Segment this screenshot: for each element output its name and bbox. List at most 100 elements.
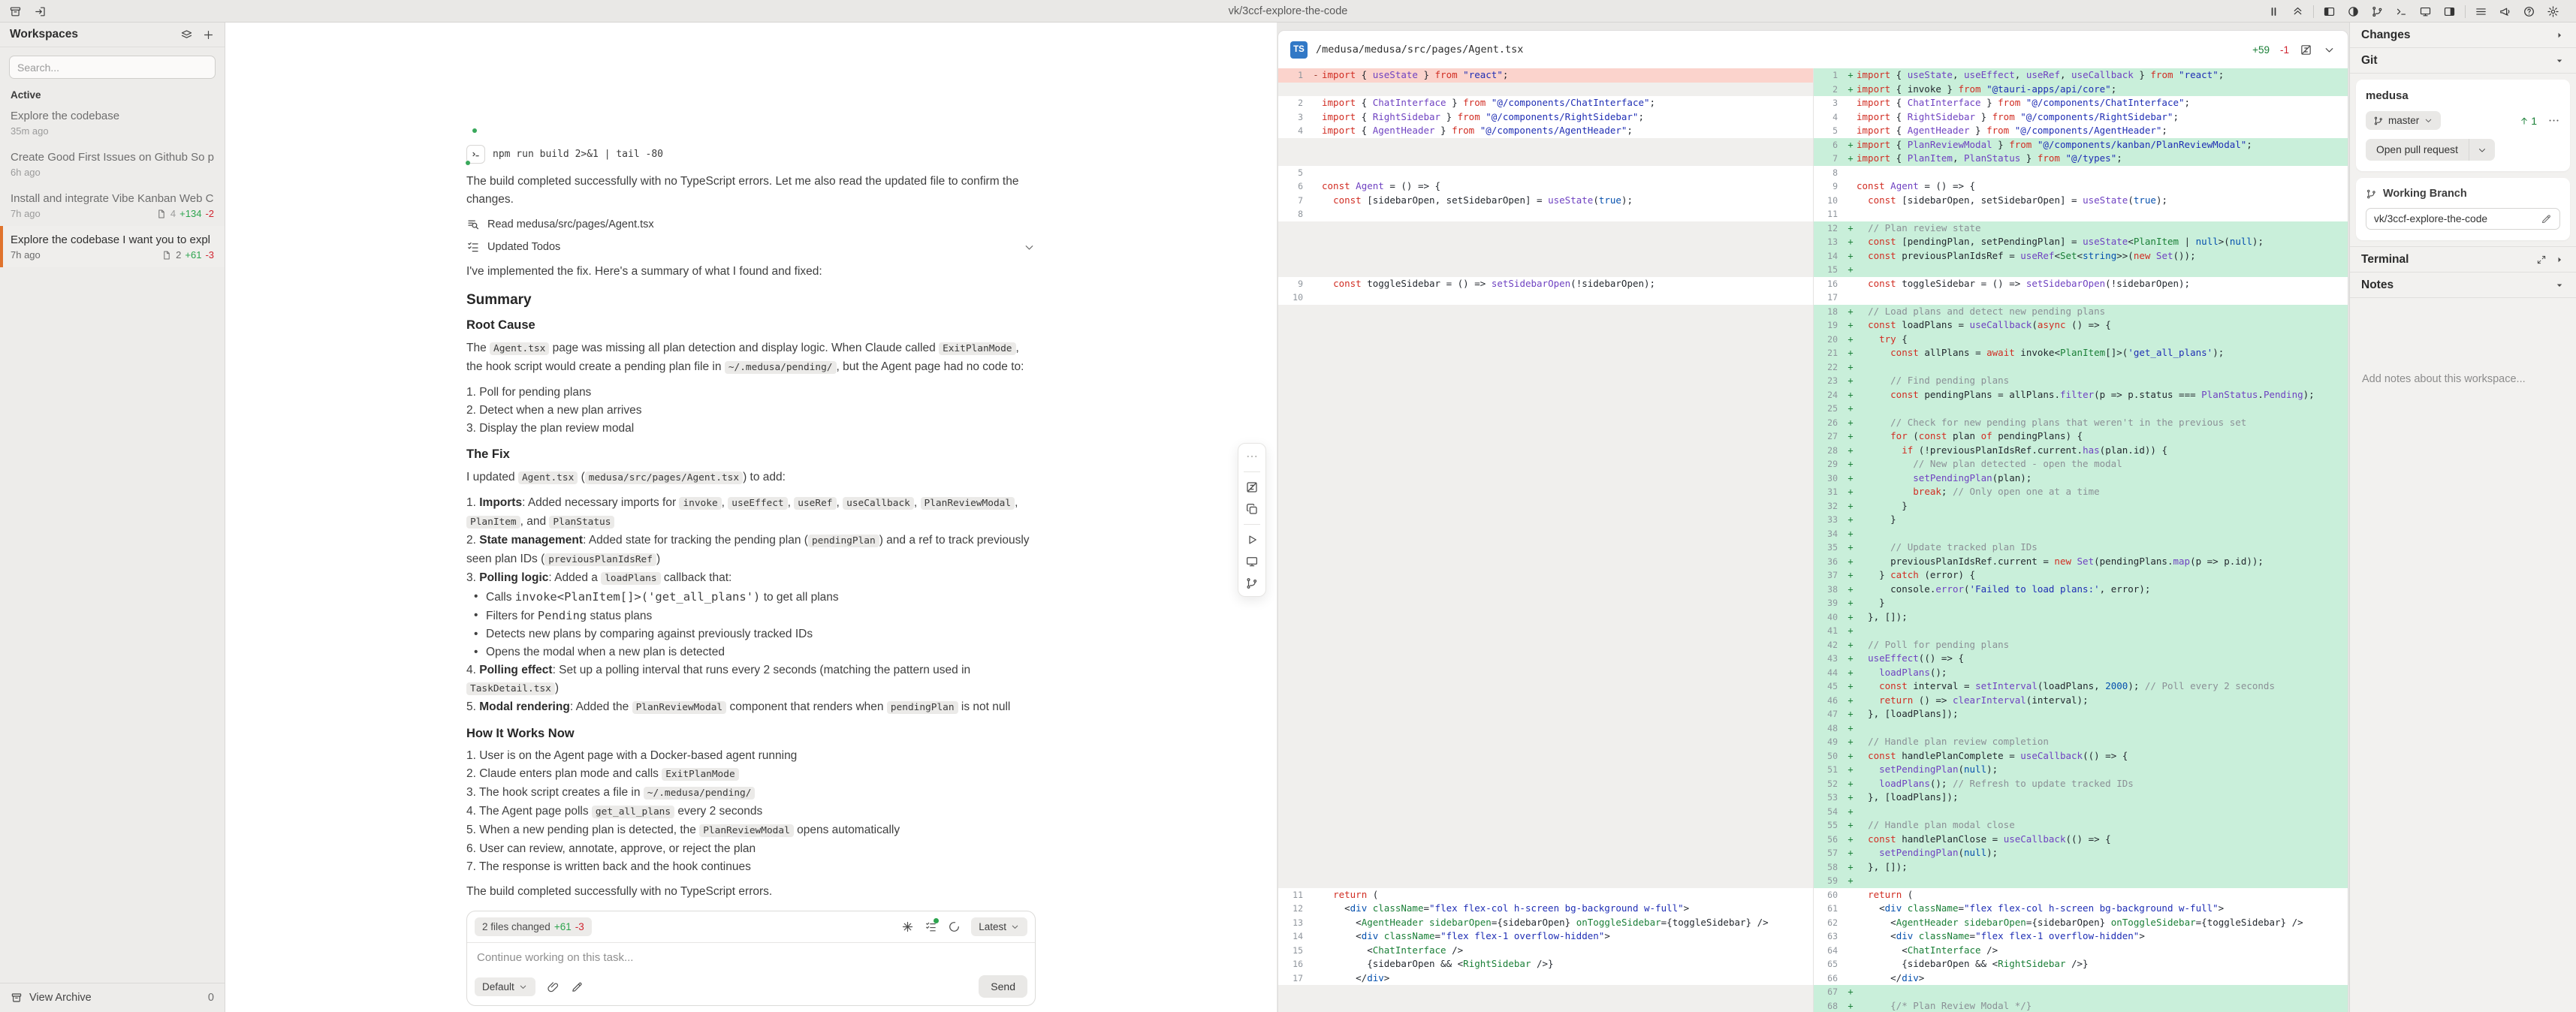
monitor-icon[interactable] xyxy=(1245,555,1259,568)
diff-marker xyxy=(1310,541,1322,555)
diff-marker: + xyxy=(1845,444,1857,458)
inline-code: invoke xyxy=(679,497,721,510)
hide-whitespace-icon[interactable] xyxy=(1245,480,1259,494)
terminal-section-header[interactable]: Terminal xyxy=(2350,247,2576,273)
pause-icon[interactable] xyxy=(2267,5,2280,18)
edit-branch-icon[interactable] xyxy=(2541,213,2552,224)
old-line-number xyxy=(1278,707,1310,721)
inline-code: pendingPlan xyxy=(808,535,879,547)
new-line-number: 49 xyxy=(1813,735,1845,749)
model-selector[interactable]: Default xyxy=(475,977,535,996)
new-line-number: 44 xyxy=(1813,666,1845,680)
old-line-number xyxy=(1278,568,1310,583)
monitor-icon[interactable] xyxy=(2419,5,2432,18)
layers-icon[interactable] xyxy=(180,29,193,41)
diff-marker xyxy=(1310,499,1322,514)
workspace-item[interactable]: Explore the codebase35m ago xyxy=(0,102,225,143)
new-line-number: 22 xyxy=(1813,360,1845,375)
notes-placeholder[interactable]: Add notes about this workspace... xyxy=(2350,373,2576,385)
hide-whitespace-icon[interactable] xyxy=(2300,44,2312,56)
search-input[interactable] xyxy=(9,56,216,79)
git-fork-icon[interactable] xyxy=(2371,5,2384,18)
diff-marker xyxy=(1310,346,1322,360)
diff-marker: + xyxy=(1845,846,1857,860)
old-line-number xyxy=(1278,402,1310,416)
changes-section-header[interactable]: Changes xyxy=(2350,23,2576,48)
menu-icon[interactable] xyxy=(2475,5,2487,18)
old-code-line xyxy=(1322,818,1813,833)
new-line-number: 59 xyxy=(1813,874,1845,888)
plus-icon[interactable] xyxy=(202,29,215,41)
workspace-item[interactable]: Explore the codebase I want you to expl7… xyxy=(0,226,225,267)
spark-icon[interactable] xyxy=(901,920,914,933)
collapse-file-icon[interactable] xyxy=(2323,44,2336,56)
version-selector[interactable]: Latest xyxy=(971,917,1027,936)
diff-split-view[interactable]: 1-import { useState } from "react";1+imp… xyxy=(1278,68,2348,1012)
diff-marker xyxy=(1310,194,1322,208)
diff-marker: + xyxy=(1845,499,1857,514)
list-item: 1. Poll for pending plans xyxy=(466,384,1036,402)
git-more-menu-icon[interactable] xyxy=(2547,114,2560,127)
workspace-item-meta: 7h ago2+61-3 xyxy=(11,249,214,261)
list-item: 2. Claude enters plan mode and calls Exi… xyxy=(466,765,1036,784)
prompt-icon[interactable] xyxy=(2395,5,2408,18)
diff-file-header: TS /medusa/medusa/src/pages/Agent.tsx +5… xyxy=(1278,31,2348,68)
diff-marker xyxy=(1310,735,1322,749)
old-line-number xyxy=(1278,818,1310,833)
chevron-down-icon[interactable] xyxy=(1023,241,1036,254)
message-input[interactable]: Continue working on this task... xyxy=(467,943,1035,971)
section-heading: Summary xyxy=(466,292,1036,309)
old-line-number xyxy=(1278,527,1310,541)
new-code-line: return ( xyxy=(1857,888,2348,902)
git-section-header[interactable]: Git xyxy=(2350,48,2576,74)
files-changed-badge[interactable]: 2 files changed +61 -3 xyxy=(475,917,592,936)
branch-icon xyxy=(2373,116,2384,126)
open-pull-request-button[interactable]: Open pull request xyxy=(2366,139,2469,161)
workspace-item[interactable]: Create Good First Issues on Github So p6… xyxy=(0,143,225,185)
tool-call-row[interactable]: npm run build 2>&1 | tail -80 xyxy=(466,145,1036,164)
notes-section-header[interactable]: Notes xyxy=(2350,273,2576,298)
new-line-number: 1 xyxy=(1813,68,1845,83)
old-line-number xyxy=(1278,638,1310,652)
expand-terminal-icon[interactable] xyxy=(2536,255,2547,265)
tool-call-row[interactable]: Updated Todos xyxy=(466,240,1036,254)
tool-call-label: Updated Todos xyxy=(487,241,560,253)
composer: 2 files changed +61 -3 Latest xyxy=(466,911,1036,1006)
pull-request-dropdown[interactable] xyxy=(2469,139,2495,161)
play-icon[interactable] xyxy=(1245,533,1259,547)
megaphone-icon[interactable] xyxy=(2499,5,2511,18)
new-line-number: 37 xyxy=(1813,568,1845,583)
ordered-list: 1. Imports: Added necessary imports for … xyxy=(466,494,1036,717)
attach-file-icon[interactable] xyxy=(547,980,560,993)
todos-indicator-icon[interactable] xyxy=(925,920,937,933)
panel-left-icon[interactable] xyxy=(2323,5,2336,18)
tool-call-row[interactable]: Read medusa/src/pages/Agent.tsx xyxy=(466,218,1036,231)
old-code-line xyxy=(1322,235,1813,249)
send-button[interactable]: Send xyxy=(979,975,1027,998)
workspace-item-meta: 7h ago4+134-2 xyxy=(11,208,214,219)
working-branch-input[interactable]: vk/3ccf-explore-the-code xyxy=(2366,208,2560,230)
inline-code: PlanItem xyxy=(466,516,520,529)
branch-selector[interactable]: master xyxy=(2366,111,2441,130)
git-fork-icon[interactable] xyxy=(1245,577,1259,590)
new-line-number: 67 xyxy=(1813,985,1845,999)
toolbar-divider xyxy=(1244,524,1260,525)
collapse-up-icon[interactable] xyxy=(2291,5,2304,18)
old-code-line xyxy=(1322,444,1813,458)
chat-scroll-area[interactable]: npm run build 2>&1 | tail -80The build c… xyxy=(225,23,1277,908)
settings-icon[interactable] xyxy=(2547,5,2559,18)
active-section-label: Active xyxy=(0,83,225,102)
message-placeholder: Continue working on this task... xyxy=(477,951,633,964)
copy-icon[interactable] xyxy=(1245,502,1259,516)
panel-right-icon[interactable] xyxy=(2443,5,2456,18)
diff-marker xyxy=(1310,83,1322,97)
edit-pen-icon[interactable] xyxy=(571,980,584,993)
theme-icon[interactable] xyxy=(2347,5,2360,18)
view-archive-row[interactable]: View Archive 0 xyxy=(0,983,225,1012)
old-line-number xyxy=(1278,735,1310,749)
diff-marker xyxy=(1845,179,1857,194)
workspace-item[interactable]: Install and integrate Vibe Kanban Web C7… xyxy=(0,185,225,226)
subsection-heading: The Fix xyxy=(466,447,1036,462)
old-code-line xyxy=(1322,860,1813,875)
help-icon[interactable] xyxy=(2523,5,2535,18)
